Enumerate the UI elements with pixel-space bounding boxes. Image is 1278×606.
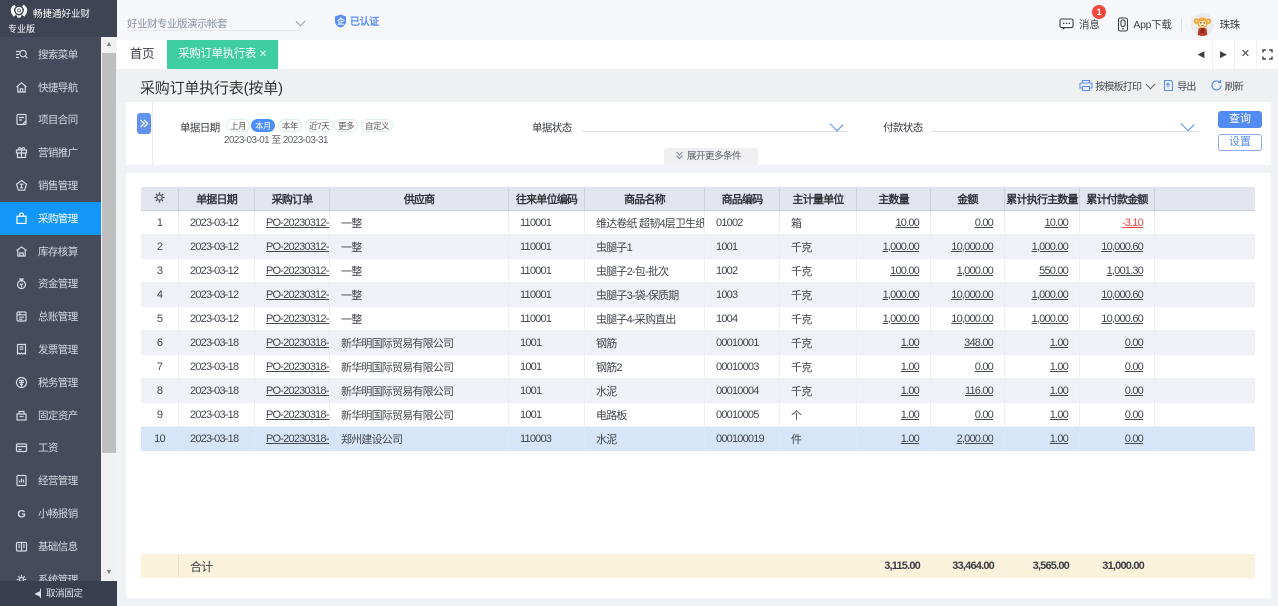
svg-text:企: 企 bbox=[336, 15, 345, 25]
svg-text:G: G bbox=[17, 509, 25, 521]
